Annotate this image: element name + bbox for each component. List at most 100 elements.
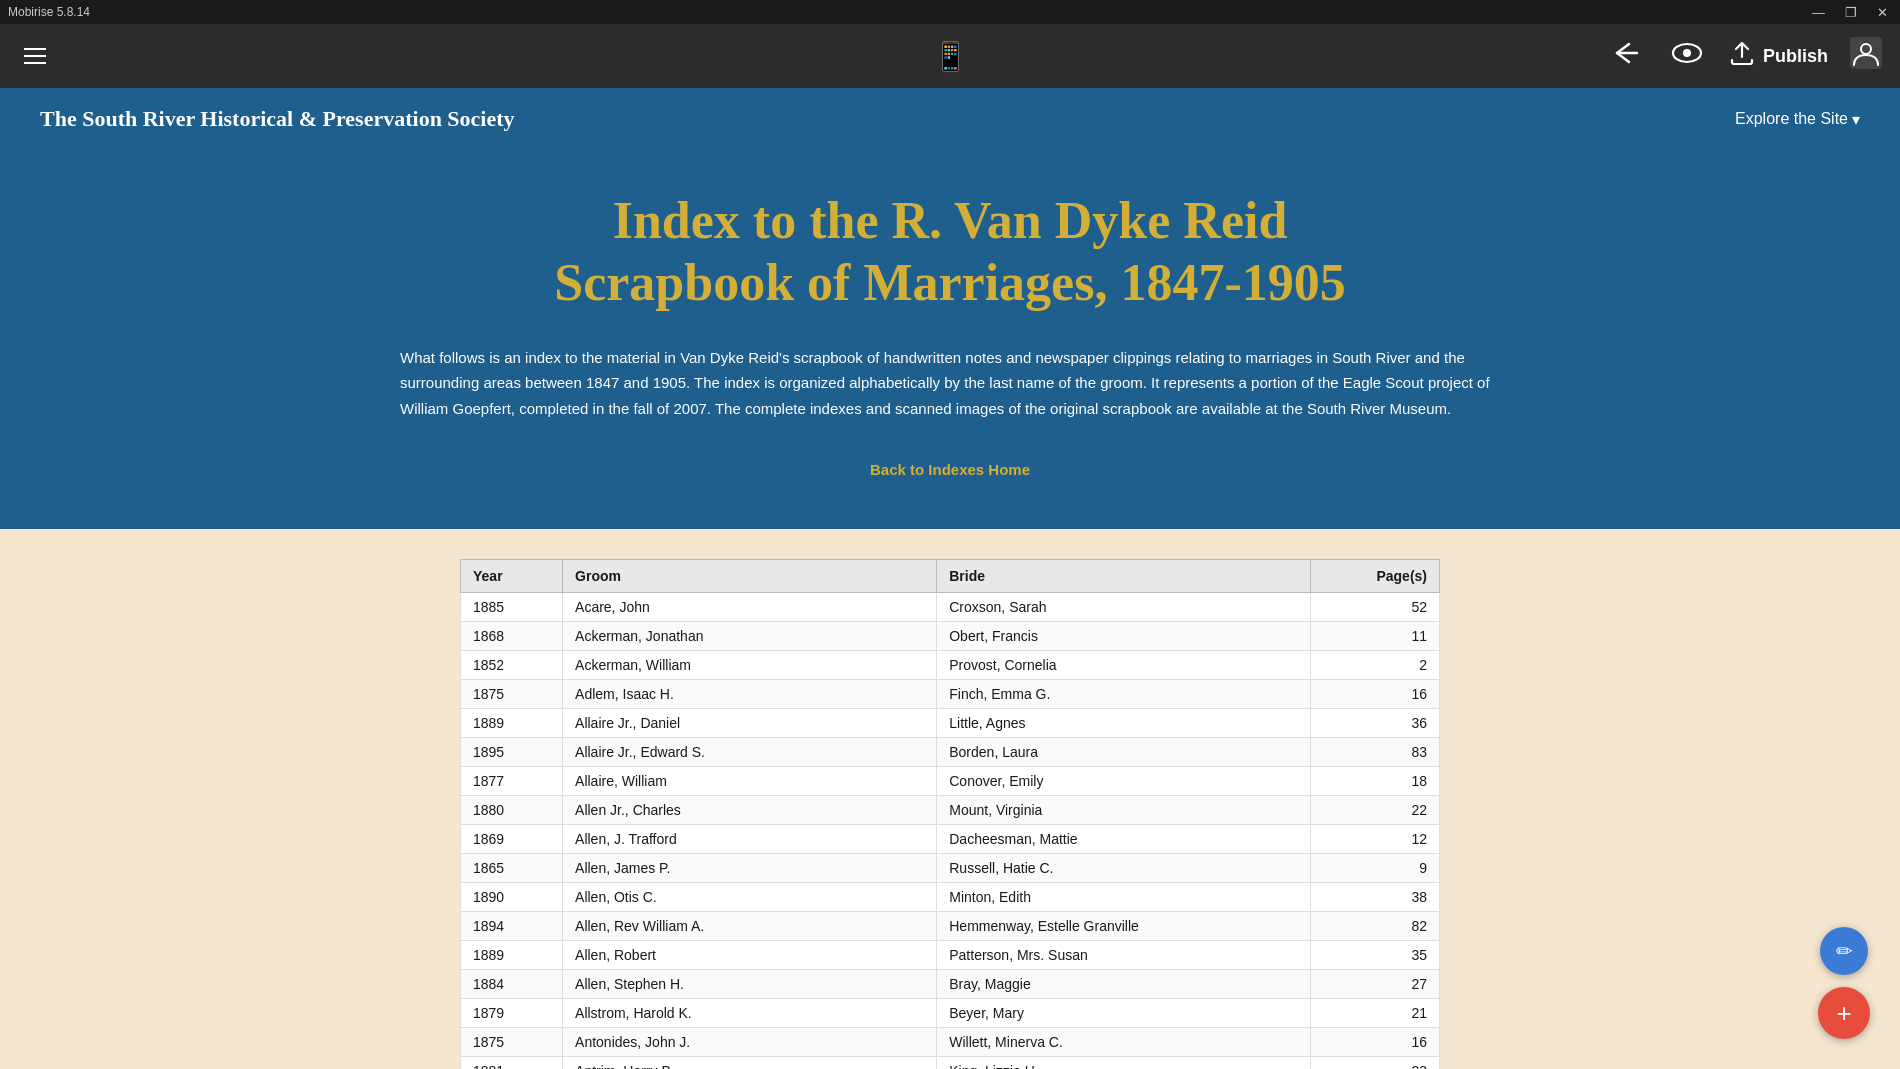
col-header-year: Year	[461, 560, 563, 593]
cell-page: 38	[1311, 883, 1440, 912]
cell-groom: Antonides, John J.	[563, 1028, 937, 1057]
cell-year: 1889	[461, 941, 563, 970]
cell-bride: Obert, Francis	[937, 622, 1311, 651]
toolbar-center: 📱	[933, 40, 968, 73]
cell-page: 2	[1311, 651, 1440, 680]
cell-groom: Allen, James P.	[563, 854, 937, 883]
cell-page: 52	[1311, 593, 1440, 622]
svg-point-1	[1683, 49, 1691, 57]
hamburger-button[interactable]	[16, 40, 54, 72]
publish-button[interactable]: Publish	[1729, 40, 1828, 72]
cell-page: 21	[1311, 999, 1440, 1028]
table-row: 1881Antrim, Harry B.King, Lizzie H.23	[461, 1057, 1440, 1069]
titlebar: Mobirise 5.8.14 — ❐ ✕	[0, 0, 1900, 24]
explore-link[interactable]: Explore the Site ▾	[1735, 110, 1860, 129]
site-content: The South River Historical & Preservatio…	[0, 88, 1900, 1069]
site-nav: The South River Historical & Preservatio…	[0, 88, 1900, 150]
col-header-bride: Bride	[937, 560, 1311, 593]
close-button[interactable]: ✕	[1873, 5, 1892, 20]
cell-bride: Dacheesman, Mattie	[937, 825, 1311, 854]
table-row: 1875Antonides, John J.Willett, Minerva C…	[461, 1028, 1440, 1057]
cell-groom: Allaire, William	[563, 767, 937, 796]
table-row: 1868Ackerman, JonathanObert, Francis11	[461, 622, 1440, 651]
table-row: 1875Adlem, Isaac H.Finch, Emma G.16	[461, 680, 1440, 709]
table-row: 1884Allen, Stephen H.Bray, Maggie27	[461, 970, 1440, 999]
cell-year: 1881	[461, 1057, 563, 1069]
cell-groom: Allen, Stephen H.	[563, 970, 937, 999]
table-row: 1889Allen, RobertPatterson, Mrs. Susan35	[461, 941, 1440, 970]
cell-page: 35	[1311, 941, 1440, 970]
cell-groom: Allen, Otis C.	[563, 883, 937, 912]
cell-bride: Finch, Emma G.	[937, 680, 1311, 709]
cell-groom: Allaire Jr., Daniel	[563, 709, 937, 738]
cell-year: 1894	[461, 912, 563, 941]
cell-page: 11	[1311, 622, 1440, 651]
cell-bride: Hemmenway, Estelle Granville	[937, 912, 1311, 941]
back-to-indexes-link[interactable]: Back to Indexes Home	[870, 461, 1030, 478]
cell-bride: Willett, Minerva C.	[937, 1028, 1311, 1057]
table-row: 1880Allen Jr., CharlesMount, Virginia22	[461, 796, 1440, 825]
cell-year: 1875	[461, 680, 563, 709]
cell-bride: Beyer, Mary	[937, 999, 1311, 1028]
cell-page: 23	[1311, 1057, 1440, 1069]
cell-page: 22	[1311, 796, 1440, 825]
cell-bride: Conover, Emily	[937, 767, 1311, 796]
cell-groom: Allaire Jr., Edward S.	[563, 738, 937, 767]
cell-year: 1885	[461, 593, 563, 622]
add-fab-button[interactable]: +	[1818, 987, 1870, 1039]
cell-groom: Allen, Rev William A.	[563, 912, 937, 941]
cell-year: 1877	[461, 767, 563, 796]
cell-page: 82	[1311, 912, 1440, 941]
back-button[interactable]	[1605, 36, 1645, 76]
restore-button[interactable]: ❐	[1841, 5, 1861, 20]
cell-bride: Patterson, Mrs. Susan	[937, 941, 1311, 970]
edit-icon: ✏	[1836, 939, 1853, 963]
table-header-row: Year Groom Bride Page(s)	[461, 560, 1440, 593]
cell-year: 1875	[461, 1028, 563, 1057]
cell-bride: Minton, Edith	[937, 883, 1311, 912]
edit-fab-button[interactable]: ✏	[1820, 927, 1868, 975]
window-controls: — ❐ ✕	[1808, 5, 1892, 20]
hero-description: What follows is an index to the material…	[400, 345, 1500, 422]
col-header-groom: Groom	[563, 560, 937, 593]
cell-bride: Little, Agnes	[937, 709, 1311, 738]
hero-section: Index to the R. Van Dyke Reid Scrapbook …	[0, 150, 1900, 529]
cell-page: 36	[1311, 709, 1440, 738]
table-row: 1877Allaire, WilliamConover, Emily18	[461, 767, 1440, 796]
table-row: 1885Acare, JohnCroxson, Sarah52	[461, 593, 1440, 622]
cell-groom: Allen Jr., Charles	[563, 796, 937, 825]
cell-year: 1852	[461, 651, 563, 680]
cell-bride: Mount, Virginia	[937, 796, 1311, 825]
cell-page: 12	[1311, 825, 1440, 854]
cell-groom: Antrim, Harry B.	[563, 1057, 937, 1069]
table-row: 1852Ackerman, WilliamProvost, Cornelia2	[461, 651, 1440, 680]
cell-bride: Russell, Hatie C.	[937, 854, 1311, 883]
publish-icon	[1729, 40, 1755, 72]
cell-groom: Ackerman, Jonathan	[563, 622, 937, 651]
app-name: Mobirise 5.8.14	[8, 5, 90, 19]
table-section: Year Groom Bride Page(s) 1885Acare, John…	[0, 529, 1900, 1069]
cell-year: 1895	[461, 738, 563, 767]
cell-groom: Adlem, Isaac H.	[563, 680, 937, 709]
cell-bride: Borden, Laura	[937, 738, 1311, 767]
hamburger-line-1	[24, 48, 46, 50]
fab-container: ✏ +	[1818, 927, 1870, 1039]
col-header-pages: Page(s)	[1311, 560, 1440, 593]
cell-year: 1869	[461, 825, 563, 854]
minimize-button[interactable]: —	[1808, 5, 1829, 20]
user-icon[interactable]	[1848, 35, 1884, 77]
cell-groom: Allen, J. Trafford	[563, 825, 937, 854]
preview-button[interactable]	[1665, 36, 1709, 76]
cell-year: 1889	[461, 709, 563, 738]
cell-page: 18	[1311, 767, 1440, 796]
cell-page: 27	[1311, 970, 1440, 999]
phone-icon[interactable]: 📱	[933, 40, 968, 73]
cell-year: 1868	[461, 622, 563, 651]
page-title: Index to the R. Van Dyke Reid Scrapbook …	[100, 190, 1800, 315]
table-row: 1895Allaire Jr., Edward S.Borden, Laura8…	[461, 738, 1440, 767]
cell-page: 83	[1311, 738, 1440, 767]
table-row: 1889Allaire Jr., DanielLittle, Agnes36	[461, 709, 1440, 738]
hamburger-line-2	[24, 55, 46, 57]
table-row: 1894Allen, Rev William A.Hemmenway, Este…	[461, 912, 1440, 941]
cell-groom: Allen, Robert	[563, 941, 937, 970]
